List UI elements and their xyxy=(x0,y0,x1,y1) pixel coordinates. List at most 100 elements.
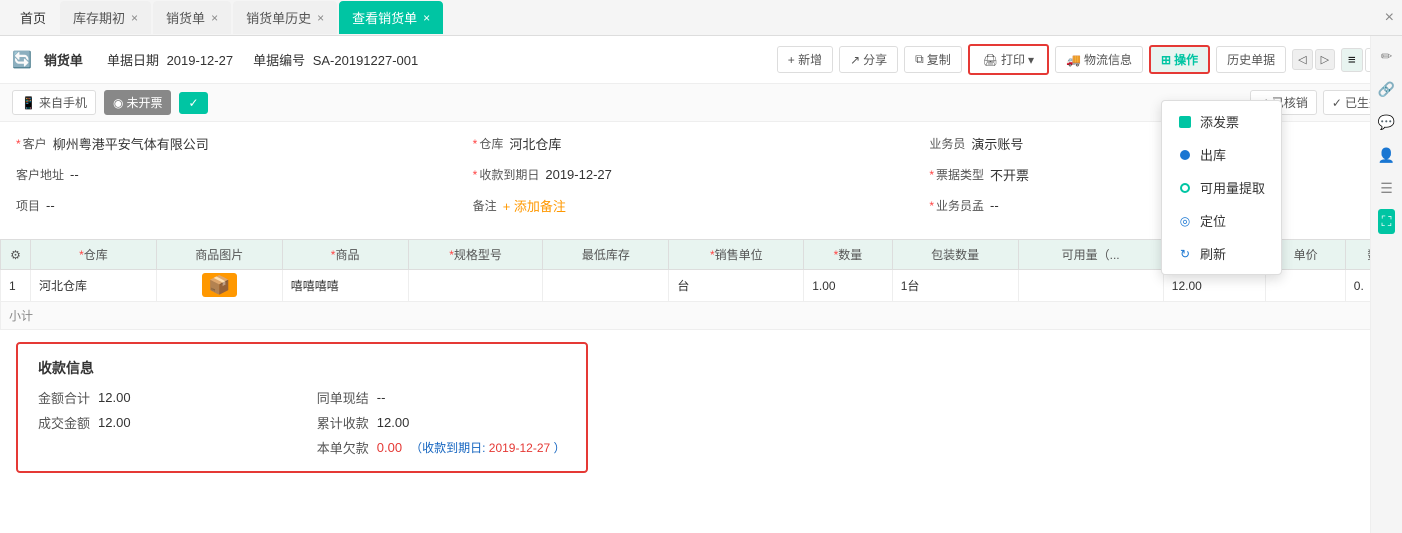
row-product: 嘻嘻嘻嘻 xyxy=(282,270,408,302)
address-label: 客户地址 xyxy=(16,166,64,183)
view-sales-order-label: 查看销货单 xyxy=(352,8,417,27)
fullscreen-icon[interactable]: ⛶ xyxy=(1378,209,1396,234)
from-phone-button[interactable]: 📱 来自手机 xyxy=(12,90,96,115)
outbound-item[interactable]: 出库 xyxy=(1162,138,1281,171)
edit-icon[interactable]: ✏ xyxy=(1377,44,1397,69)
notes-field: 备注 + 添加备注 xyxy=(473,196,930,215)
col-image: 商品图片 xyxy=(156,240,282,270)
col-quantity: *数量 xyxy=(804,240,892,270)
salesperson-required: * xyxy=(929,199,934,213)
available-qty-item[interactable]: 可用量提取 xyxy=(1162,171,1281,204)
nav-arrows: ◁ ▷ xyxy=(1292,49,1335,70)
locate-label: 定位 xyxy=(1200,211,1226,230)
payment-date-required: * xyxy=(473,168,478,182)
print-icon: 🖨 xyxy=(983,53,998,67)
available-qty-icon xyxy=(1178,181,1192,195)
copy-button[interactable]: ⧉ 复制 xyxy=(904,46,962,73)
row-quantity: 1.00 xyxy=(804,270,892,302)
row-min-stock xyxy=(543,270,669,302)
total-amount-row: 金额合计 12.00 xyxy=(38,388,287,407)
row-index: 1 xyxy=(1,270,31,302)
col-package: 包装数量 xyxy=(892,240,1018,270)
print-dropdown-arrow: ▾ xyxy=(1028,53,1034,67)
same-order-row: 同单现结 -- xyxy=(317,388,566,407)
total-amount-label: 金额合计 xyxy=(38,388,90,407)
right-sidebar: ✏ 🔗 💬 👤 ☰ ⛶ xyxy=(1370,36,1402,533)
close-inventory-init[interactable]: × xyxy=(131,11,138,25)
tab-view-sales-order[interactable]: 查看销货单 × xyxy=(339,1,443,34)
sales-order-history-label: 销货单历史 xyxy=(246,8,311,27)
add-invoice-label: 添发票 xyxy=(1200,112,1239,131)
add-invoice-icon xyxy=(1178,115,1192,129)
list-icon[interactable]: ☰ xyxy=(1376,176,1397,201)
outbound-label: 出库 xyxy=(1200,145,1226,164)
col-min-stock: 最低库存 xyxy=(543,240,669,270)
next-button[interactable]: ▷ xyxy=(1315,49,1335,70)
tab-inventory-init[interactable]: 库存期初 × xyxy=(60,1,151,34)
payment-info-grid: 金额合计 12.00 同单现结 -- 成交金额 12.00 累计收款 12.00… xyxy=(38,388,566,457)
customer-required: * xyxy=(16,137,21,151)
tab-home[interactable]: 首页 xyxy=(8,2,58,33)
total-amount-value: 12.00 xyxy=(98,390,131,405)
ticket-type-field: * 票据类型 不开票 xyxy=(929,165,1386,184)
not-opened-button[interactable]: ◉ 未开票 xyxy=(104,90,172,115)
close-sales-order[interactable]: × xyxy=(211,11,218,25)
effective-icon: ✓ xyxy=(1332,96,1342,110)
tab-bar: 首页 库存期初 × 销货单 × 销货单历史 × 查看销货单 × × xyxy=(0,0,1402,36)
history-button[interactable]: 历史单据 xyxy=(1216,46,1286,73)
employee-field: 业务员 演示账号 xyxy=(929,134,1386,153)
col-spec: *规格型号 xyxy=(408,240,543,270)
locate-item[interactable]: ◎ 定位 xyxy=(1162,204,1281,237)
operations-dropdown: 添发票 出库 可用量提取 ◎ 定位 ↻ 刷新 xyxy=(1161,100,1282,275)
logistics-icon: 🚚 xyxy=(1066,53,1081,67)
new-button[interactable]: + 新增 xyxy=(777,46,833,73)
col-available: 可用量（... xyxy=(1018,240,1163,270)
ticket-icon: ◉ xyxy=(113,96,123,110)
cumulative-value: 12.00 xyxy=(377,415,410,430)
refresh-item[interactable]: ↻ 刷新 xyxy=(1162,237,1281,270)
close-sales-order-history[interactable]: × xyxy=(317,11,324,25)
doc-icon: 🔄 xyxy=(12,50,32,70)
chat-icon[interactable]: 💬 xyxy=(1374,110,1399,135)
view-list-button[interactable]: ≡ xyxy=(1341,48,1363,72)
payment-date-field: * 收款到期日 2019-12-27 xyxy=(473,166,930,183)
row-available xyxy=(1018,270,1163,302)
logistics-button[interactable]: 🚚 物流信息 xyxy=(1055,46,1143,73)
check-button[interactable]: ✓ xyxy=(179,92,207,114)
close-view-sales-order[interactable]: × xyxy=(423,11,430,25)
user-icon[interactable]: 👤 xyxy=(1374,143,1399,168)
refresh-label: 刷新 xyxy=(1200,244,1226,263)
deal-amount-row: 成交金额 12.00 xyxy=(38,413,287,432)
primary-toolbar: 🔄 销货单 单据日期 2019-12-27 单据编号 SA-20191227-0… xyxy=(0,36,1402,84)
prev-button[interactable]: ◁ xyxy=(1292,49,1312,70)
doc-date-value: 2019-12-27 xyxy=(167,53,234,68)
tab-sales-order[interactable]: 销货单 × xyxy=(153,1,231,34)
subtotal-row: 小计 xyxy=(1,302,1402,330)
locate-icon: ◎ xyxy=(1178,214,1192,228)
subtotal-label: 小计 xyxy=(1,302,1402,330)
operations-button[interactable]: ⊞ 操作 xyxy=(1149,45,1210,74)
arrears-date: 2019-12-27 xyxy=(489,441,550,455)
col-settings[interactable]: ⚙ xyxy=(1,240,31,270)
tab-sales-order-history[interactable]: 销货单历史 × xyxy=(233,1,337,34)
ticket-label: 票据类型 xyxy=(936,166,984,183)
arrears-note: （收款到期日: 2019-12-27 ） xyxy=(410,439,565,456)
col-product: *商品 xyxy=(282,240,408,270)
add-notes-btn[interactable]: + 添加备注 xyxy=(503,196,566,215)
col-warehouse: *仓库 xyxy=(31,240,157,270)
print-button[interactable]: 🖨 打印 ▾ xyxy=(973,47,1044,72)
close-all-button[interactable]: × xyxy=(1385,9,1394,27)
doc-number-label: 单据编号 SA-20191227-001 xyxy=(253,50,418,69)
same-order-label: 同单现结 xyxy=(317,388,369,407)
add-invoice-item[interactable]: 添发票 xyxy=(1162,105,1281,138)
share-button[interactable]: ↗ 分享 xyxy=(839,46,898,73)
phone-icon: 📱 xyxy=(21,96,36,110)
row-spec xyxy=(408,270,543,302)
employee-label: 业务员 xyxy=(929,135,965,152)
warehouse-required: * xyxy=(473,137,478,151)
notes-label: 备注 xyxy=(473,197,497,214)
ticket-value: 不开票 xyxy=(990,165,1029,184)
link-icon[interactable]: 🔗 xyxy=(1374,77,1399,102)
copy-icon: ⧉ xyxy=(915,52,924,67)
row-warehouse: 河北仓库 xyxy=(31,270,157,302)
